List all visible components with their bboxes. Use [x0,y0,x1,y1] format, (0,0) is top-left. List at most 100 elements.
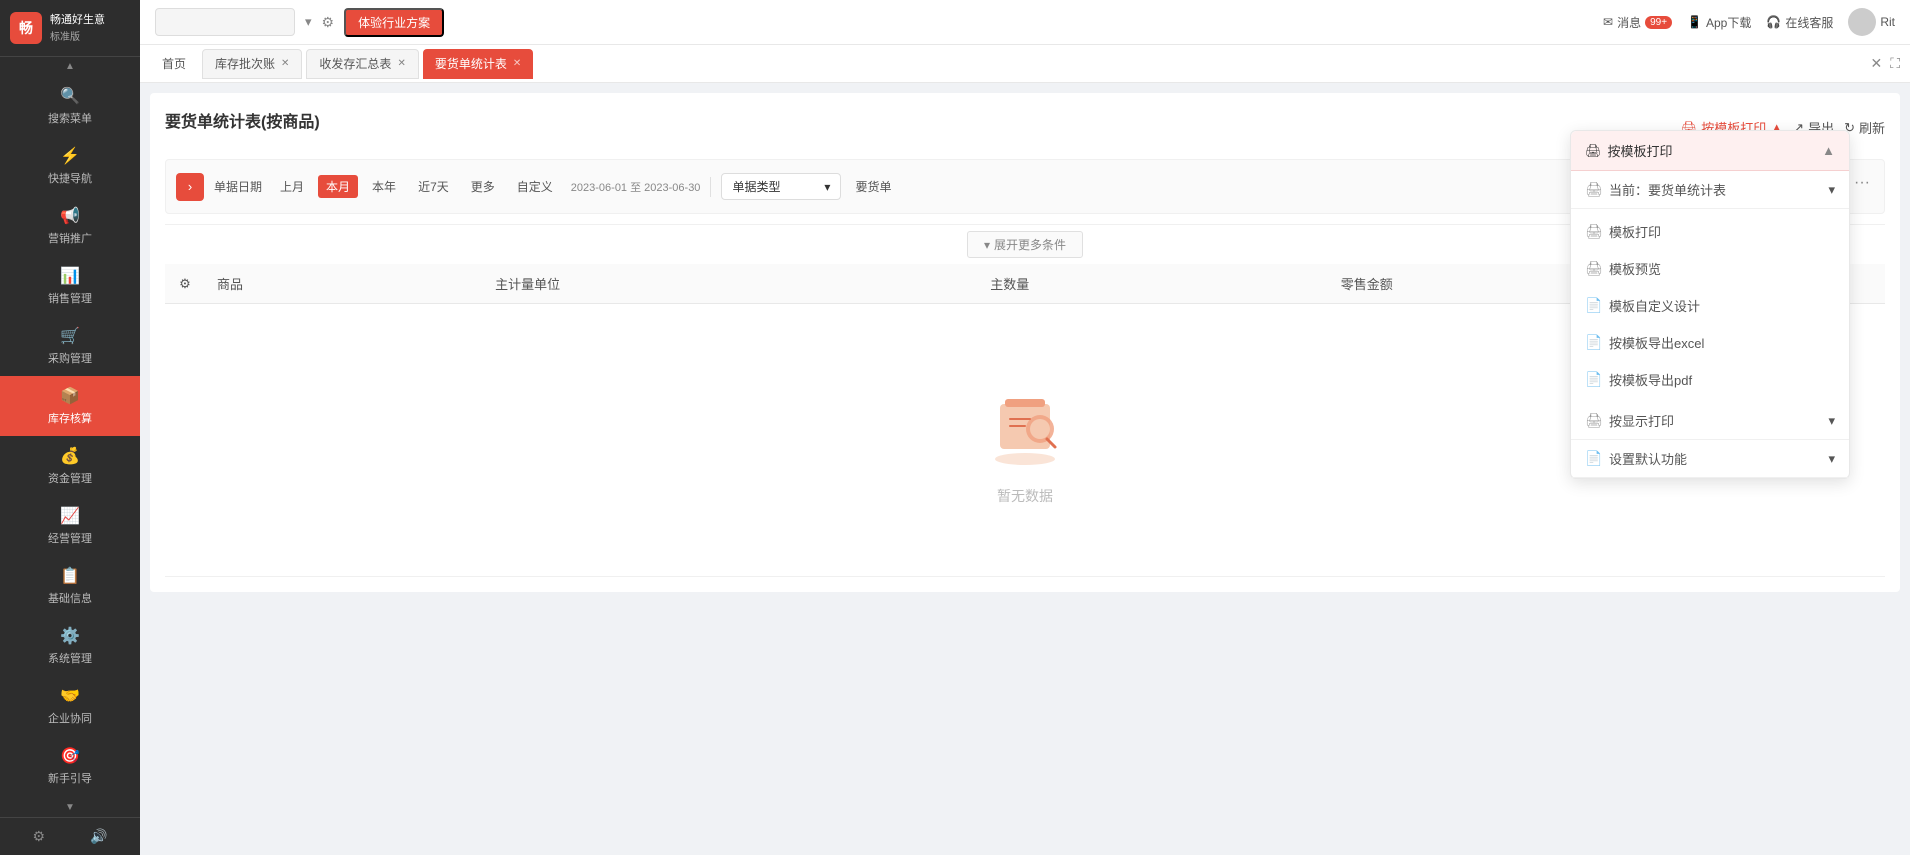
tab-maximize-icon[interactable]: ⛶ [1890,55,1900,72]
app-download-button[interactable]: 📱 App下载 [1687,14,1751,31]
template-print-item[interactable]: 🖨 模板打印 [1571,213,1849,250]
tab-order-stats-close[interactable]: ✕ [513,58,521,69]
sidebar-item-quicknav[interactable]: ⚡ 快捷导航 [0,136,140,196]
current-template-item[interactable]: 🖨 当前：要货单统计表 ▾ [1571,171,1849,208]
date-label: 单据日期 [214,178,262,195]
operation-icon: 📈 [60,506,80,526]
sidebar-item-label: 库存核算 [48,410,92,426]
chevron-down-icon: ▾ [824,180,830,194]
app-logo: 畅 畅通好生意 标准版 [0,0,140,57]
template-design-item[interactable]: 📄 模板自定义设计 [1571,287,1849,324]
default-func-icon: 📄 [1585,450,1601,467]
date-btn-7days[interactable]: 近7天 [410,175,457,198]
print-dropdown-header: 🖨 按模板打印 ▲ [1571,131,1849,171]
tab-home[interactable]: 首页 [150,49,198,79]
sidebar-item-label: 销售管理 [48,290,92,306]
tab-order-stats[interactable]: 要货单统计表 ✕ [423,49,533,79]
template-preview-label: 模板预览 [1609,259,1661,278]
tab-inventory-batch[interactable]: 库存批次账 ✕ [202,49,302,79]
current-template-label: 当前：要货单统计表 [1609,180,1726,199]
preview-icon: 🖨 [1585,260,1601,277]
search-input[interactable] [155,8,295,36]
tab-order-stats-label: 要货单统计表 [435,55,507,72]
sidebar-item-basic[interactable]: 📋 基础信息 [0,556,140,616]
export-excel-item[interactable]: 📄 按模板导出excel [1571,324,1849,361]
sidebar-item-inventory[interactable]: 📦 库存核算 [0,376,140,436]
messages-label: 消息 [1617,14,1641,31]
app-version: 标准版 [50,28,105,43]
template-preview-item[interactable]: 🖨 模板预览 [1571,250,1849,287]
topbar-gear-icon[interactable]: ⚙ [322,14,335,31]
export-pdf-item[interactable]: 📄 按模板导出pdf [1571,361,1849,398]
expand-icon: ▾ [1828,451,1835,467]
guide-icon: 🎯 [60,746,80,766]
refresh-button[interactable]: ↻ 刷新 [1844,118,1885,137]
default-func-item[interactable]: 📄 设置默认功能 ▾ [1571,440,1849,477]
topbar-left: ▾ ⚙ 体验行业方案 [155,8,444,37]
inventory-icon: 📦 [60,386,80,406]
empty-text: 暂无数据 [997,486,1053,506]
refresh-label: 刷新 [1859,118,1885,137]
messages-badge: 99+ [1645,16,1672,29]
sidebar-scroll-down[interactable]: ▼ [0,798,140,817]
pdf-icon: 📄 [1585,371,1601,388]
date-btn-more[interactable]: 更多 [463,175,503,198]
order-type-select[interactable]: 单据类型 ▾ [721,173,841,200]
volume-icon[interactable]: 🔊 [90,828,107,845]
date-btn-thismonth[interactable]: 本月 [318,175,358,198]
sidebar-item-system[interactable]: ⚙️ 系统管理 [0,616,140,676]
print-dropdown-title: 🖨 按模板打印 [1585,141,1673,160]
tab-receipt-summary-close[interactable]: ✕ [397,58,405,69]
sidebar: 畅 畅通好生意 标准版 ▲ 🔍 搜索菜单 ⚡ 快捷导航 📢 营销推广 📊 销售管… [0,0,140,855]
date-btn-lastmonth[interactable]: 上月 [272,175,312,198]
promo-button[interactable]: 体验行业方案 [344,8,444,37]
sidebar-item-marketing[interactable]: 📢 营销推广 [0,196,140,256]
default-func-label: 设置默认功能 [1609,449,1687,468]
sidebar-item-collab[interactable]: 🤝 企业协同 [0,676,140,736]
date-btn-custom[interactable]: 自定义 [509,175,561,198]
sidebar-item-finance[interactable]: 💰 资金管理 [0,436,140,496]
online-service-button[interactable]: 🎧 在线客服 [1766,14,1833,31]
sidebar-item-search[interactable]: 🔍 搜索菜单 [0,76,140,136]
system-icon: ⚙️ [60,626,80,646]
sidebar-item-label: 营销推广 [48,230,92,246]
sidebar-item-guide[interactable]: 🎯 新手引导 [0,736,140,796]
date-range-text: 2023-06-01 至 2023-06-30 [571,179,701,195]
expand-icon: ▾ [1828,413,1835,429]
sidebar-item-label: 快捷导航 [48,170,92,186]
tab-inventory-batch-close[interactable]: ✕ [281,58,289,69]
excel-icon: 📄 [1585,334,1601,351]
sidebar-scroll-up[interactable]: ▲ [0,57,140,76]
display-print-item[interactable]: 🖨 按显示打印 ▾ [1571,402,1849,439]
print-dropdown-panel: 🖨 按模板打印 ▲ 🖨 当前：要货单统计表 ▾ 🖨 模板打印 🖨 模板预览 📄 … [1570,130,1850,479]
collapse-icon[interactable]: ▲ [1822,143,1835,158]
user-avatar-area[interactable]: Rit [1848,8,1895,36]
order-type-label: 单据类型 [732,178,780,195]
sidebar-item-sales[interactable]: 📊 销售管理 [0,256,140,316]
print-icon: 🖨 [1585,223,1601,240]
topbar: ▾ ⚙ 体验行业方案 ✉ 消息 99+ 📱 App下载 🎧 在线客服 Rit [140,0,1910,45]
print-items-section: 🖨 模板打印 🖨 模板预览 📄 模板自定义设计 📄 按模板导出excel 📄 按… [1571,209,1849,402]
settings-icon[interactable]: ⚙ [33,828,46,845]
date-options: 上月 本月 本年 近7天 更多 自定义 2023-06-01 至 2023-06… [272,175,700,198]
filter-expand-button[interactable]: › [176,173,204,201]
settings-icon: ⚙ [179,276,191,291]
sidebar-item-purchase[interactable]: 🛒 采购管理 [0,316,140,376]
more-icon[interactable]: ··· [1850,170,1874,203]
messages-button[interactable]: ✉ 消息 99+ [1603,14,1672,31]
expand-more-button[interactable]: ▾ 展开更多条件 [967,231,1083,258]
require-goods-filter: 要货单 [855,178,891,195]
app-icon: 📱 [1687,15,1702,29]
filter-divider [710,177,711,197]
dropdown-arrow-icon[interactable]: ▾ [305,14,312,30]
online-service-label: 在线客服 [1785,14,1833,31]
expand-more-label: 展开更多条件 [994,236,1066,253]
date-btn-thisyear[interactable]: 本年 [364,175,404,198]
template-design-label: 模板自定义设计 [1609,296,1700,315]
col-settings[interactable]: ⚙ [165,264,205,304]
tab-receipt-summary[interactable]: 收发存汇总表 ✕ [306,49,418,79]
sidebar-item-label: 系统管理 [48,650,92,666]
sidebar-item-operation[interactable]: 📈 经营管理 [0,496,140,556]
topbar-right: ✉ 消息 99+ 📱 App下载 🎧 在线客服 Rit [1603,8,1895,36]
tab-close-all-icon[interactable]: ✕ [1870,55,1882,72]
